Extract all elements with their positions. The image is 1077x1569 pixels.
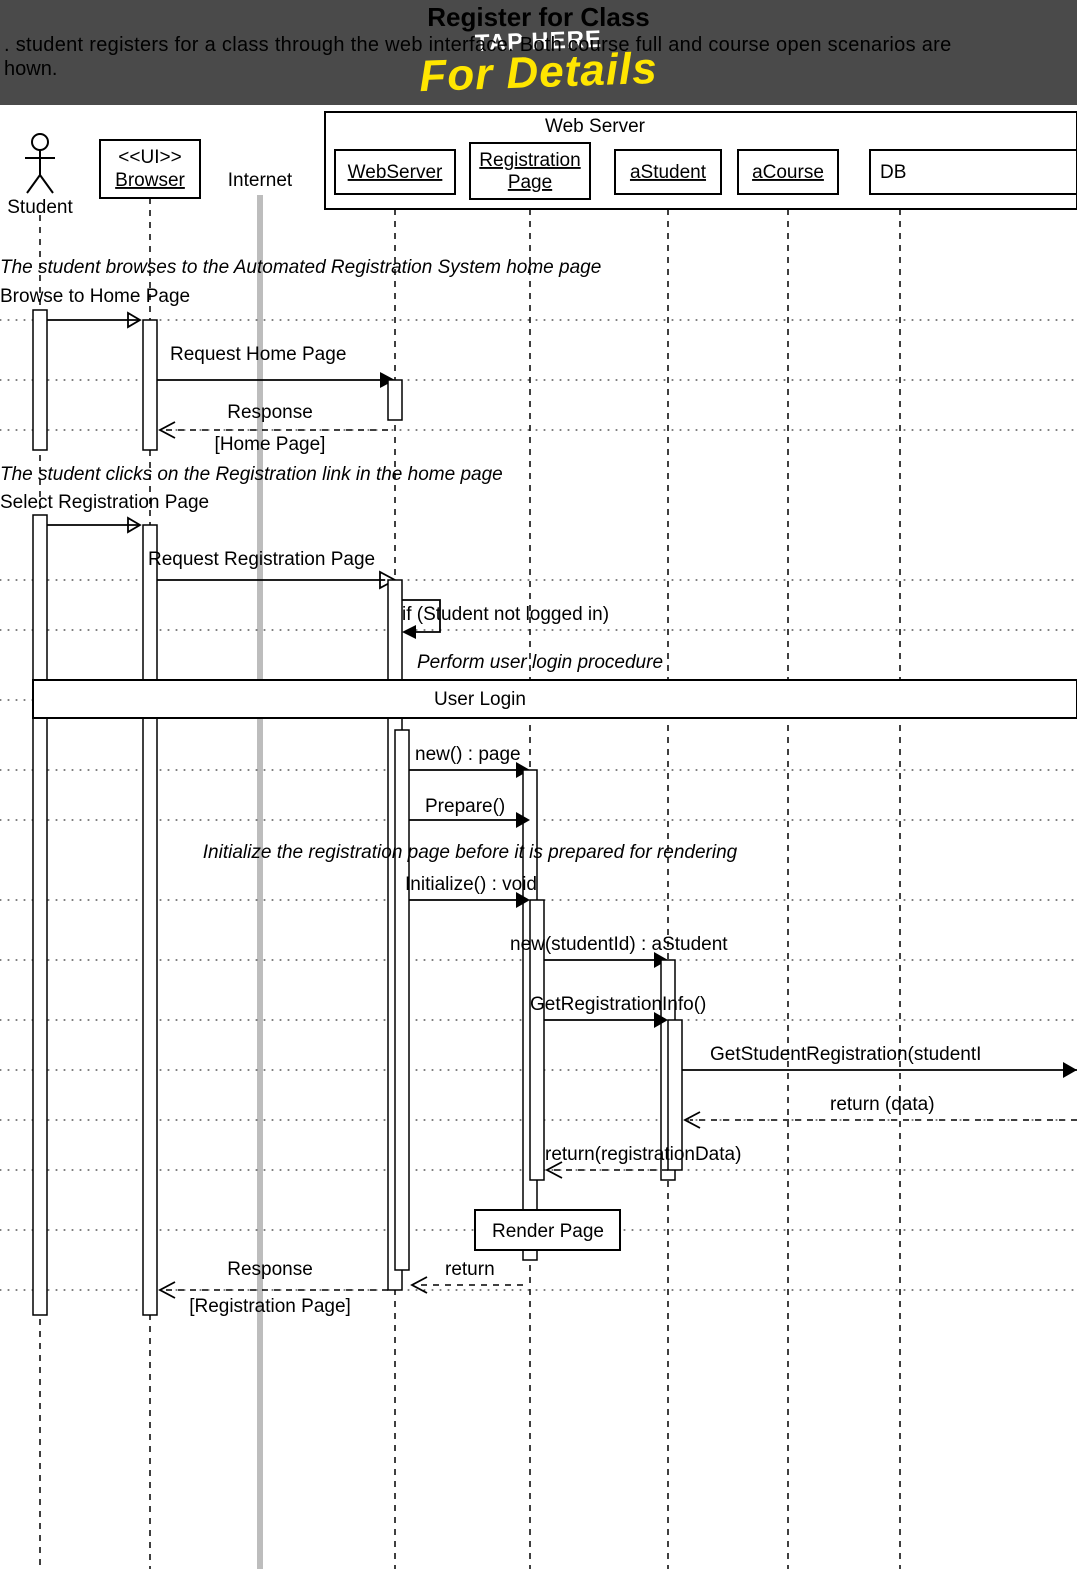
frame-user-login	[33, 680, 1077, 718]
activation-browser-1	[143, 320, 157, 450]
regpage-label-1: Registration	[479, 150, 580, 171]
note-initialize: Initialize the registration page before …	[203, 842, 738, 863]
actor-student: Student	[7, 134, 73, 218]
msg-get-registration-info: GetRegistrationInfo()	[530, 994, 706, 1015]
webserver-container-label: Web Server	[545, 116, 646, 137]
diagram-subtitle-line1: . student registers for a class through …	[4, 34, 952, 57]
activation-webserver-nested	[395, 730, 409, 1270]
browser-stereotype: <<UI>>	[118, 147, 181, 168]
diagram-subtitle-line2: hown.	[4, 58, 57, 81]
msg-response-1: Response	[227, 402, 313, 423]
browser-label: Browser	[115, 170, 185, 191]
diagram-title: Register for Class	[0, 2, 1077, 33]
msg-new-page: new() : page	[415, 744, 521, 765]
actor-student-label: Student	[7, 197, 73, 218]
msg-return-registration-data: return(registrationData)	[545, 1144, 741, 1165]
msg-if-not-logged-in: if (Student not logged in)	[402, 604, 609, 625]
frame-render-page-label: Render Page	[492, 1221, 604, 1242]
msg-response-2-guard: [Registration Page]	[189, 1296, 351, 1317]
regpage-label-2: Page	[508, 172, 552, 193]
astudent-label: aStudent	[630, 162, 707, 183]
msg-response-2: Response	[227, 1259, 313, 1280]
msg-new-student: new(studentId) : aStudent	[510, 934, 728, 955]
msg-request-registration-page: Request Registration Page	[148, 549, 375, 570]
msg-response-1-guard: [Home Page]	[215, 434, 326, 455]
msg-return-data: return (data)	[830, 1094, 935, 1115]
note-browse-home: The student browses to the Automated Reg…	[0, 257, 601, 278]
note-click-registration: The student clicks on the Registration l…	[0, 464, 503, 485]
webserver-label: WebServer	[348, 162, 443, 183]
activation-webserver-1	[388, 380, 402, 420]
note-perform-login: Perform user login procedure	[417, 652, 663, 673]
db-label: DB	[880, 162, 906, 183]
activation-browser-2	[143, 525, 157, 1315]
msg-return: return	[445, 1259, 495, 1280]
acourse-label: aCourse	[752, 162, 824, 183]
frame-user-login-label: User Login	[434, 689, 526, 710]
msg-select-registration-page: Select Registration Page	[0, 492, 209, 513]
msg-initialize: Initialize() : void	[405, 874, 537, 895]
sequence-diagram: Web Server Student <<UI>> Browser Intern…	[0, 0, 1077, 1569]
msg-get-student-registration: GetStudentRegistration(studentI	[710, 1044, 981, 1065]
internet-label: Internet	[228, 170, 293, 191]
activation-student-2	[33, 515, 47, 1315]
activation-student-1	[33, 310, 47, 450]
msg-browse-home-page: Browse to Home Page	[0, 286, 190, 307]
msg-request-home-page: Request Home Page	[170, 344, 346, 365]
msg-prepare: Prepare()	[425, 796, 505, 817]
